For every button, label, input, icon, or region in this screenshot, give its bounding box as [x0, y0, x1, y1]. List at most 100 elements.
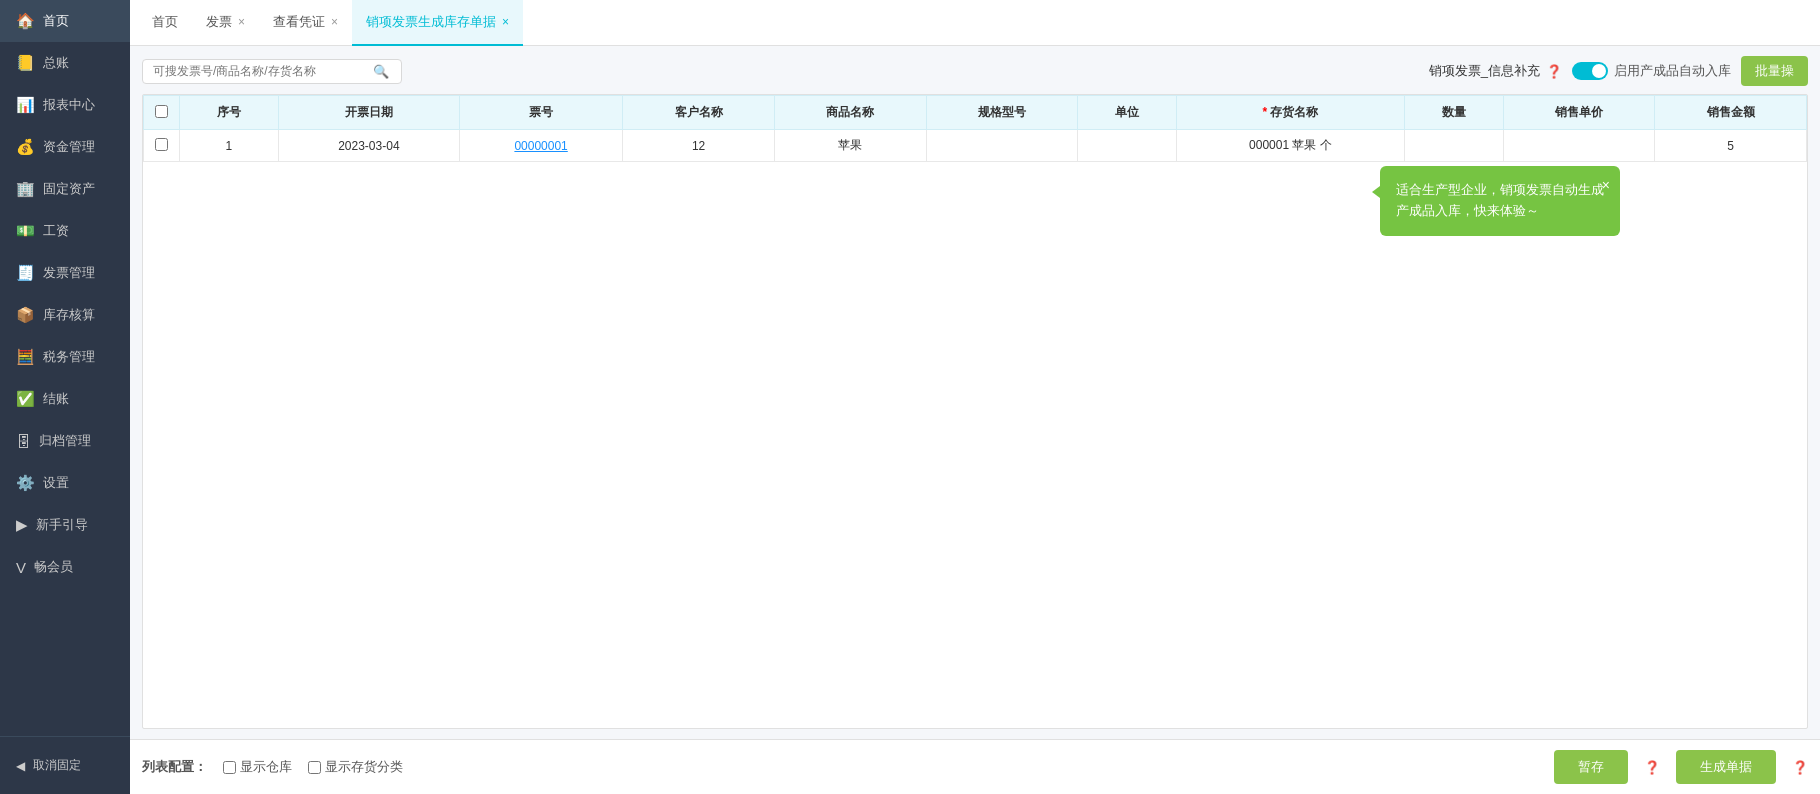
search-box[interactable]: 🔍 — [142, 59, 402, 84]
toolbar: 🔍 销项发票_信息补充 ❓ 启用产成品自动入库 批量操 — [142, 56, 1808, 86]
auto-warehouse-toggle[interactable] — [1572, 62, 1608, 80]
row-unit — [1078, 130, 1177, 162]
sidebar-label-assets: 固定资产 — [43, 180, 95, 198]
generate-button[interactable]: 生成单据 — [1676, 750, 1776, 784]
home-icon: 🏠 — [16, 12, 35, 30]
show-category-checkbox[interactable] — [308, 761, 321, 774]
batch-button[interactable]: 批量操 — [1741, 56, 1808, 86]
ledger-icon: 📒 — [16, 54, 35, 72]
select-all-checkbox[interactable] — [155, 105, 168, 118]
search-icon: 🔍 — [373, 64, 389, 79]
sidebar-item-assets[interactable]: 🏢 固定资产 — [0, 168, 130, 210]
tooltip-popup: × 适合生产型企业，销项发票自动生成产成品入库，快来体验～ — [1380, 166, 1620, 236]
row-number: 00000001 — [459, 130, 622, 162]
show-warehouse-checkbox[interactable] — [223, 761, 236, 774]
col-amount: 销售金额 — [1655, 96, 1807, 130]
row-product: 苹果 — [774, 130, 926, 162]
search-input[interactable] — [153, 64, 373, 78]
col-customer: 客户名称 — [623, 96, 775, 130]
tab-invoice-label: 发票 — [206, 13, 232, 31]
pin-label: 取消固定 — [33, 757, 81, 774]
show-category-label[interactable]: 显示存货分类 — [308, 758, 403, 776]
sidebar-label-inventory: 库存核算 — [43, 306, 95, 324]
sidebar-item-payroll[interactable]: 💵 工资 — [0, 210, 130, 252]
save-help-icon[interactable]: ❓ — [1644, 760, 1660, 775]
tab-home-label: 首页 — [152, 13, 178, 31]
generate-help-icon[interactable]: ❓ — [1792, 760, 1808, 775]
tab-invoice[interactable]: 发票 × — [192, 0, 259, 46]
sidebar-item-funds[interactable]: 💰 资金管理 — [0, 126, 130, 168]
sidebar-label-guide: 新手引导 — [36, 516, 88, 534]
sidebar-label-vip: 畅会员 — [34, 558, 73, 576]
col-number: 票号 — [459, 96, 622, 130]
tooltip-text: 适合生产型企业，销项发票自动生成产成品入库，快来体验～ — [1396, 182, 1604, 218]
row-seq: 1 — [180, 130, 279, 162]
table-row: 1 2023-03-04 00000001 12 苹果 000001 苹果 个 … — [144, 130, 1807, 162]
row-checkbox-cell — [144, 130, 180, 162]
assets-icon: 🏢 — [16, 180, 35, 198]
sidebar-label-close: 结账 — [43, 390, 69, 408]
sidebar-label-reports: 报表中心 — [43, 96, 95, 114]
col-inventory: 存货名称 — [1176, 96, 1404, 130]
sidebar-label-invoice: 发票管理 — [43, 264, 95, 282]
toggle-section: 启用产成品自动入库 — [1572, 62, 1731, 80]
settings-icon: ⚙️ — [16, 474, 35, 492]
row-checkbox[interactable] — [155, 138, 168, 151]
tab-sales-stock[interactable]: 销项发票生成库存单据 × — [352, 0, 523, 46]
tab-bar: 首页 发票 × 查看凭证 × 销项发票生成库存单据 × — [130, 0, 1820, 46]
sidebar-item-invoice[interactable]: 🧾 发票管理 — [0, 252, 130, 294]
tooltip-close-button[interactable]: × — [1602, 174, 1610, 196]
reports-icon: 📊 — [16, 96, 35, 114]
show-warehouse-label[interactable]: 显示仓库 — [223, 758, 292, 776]
vip-icon: V — [16, 559, 26, 576]
row-inventory: 000001 苹果 个 — [1176, 130, 1404, 162]
archive-icon: 🗄 — [16, 433, 31, 450]
sidebar-item-inventory[interactable]: 📦 库存核算 — [0, 294, 130, 336]
guide-icon: ▶ — [16, 516, 28, 534]
sidebar-item-ledger[interactable]: 📒 总账 — [0, 42, 130, 84]
sidebar-item-close[interactable]: ✅ 结账 — [0, 378, 130, 420]
invoice-icon: 🧾 — [16, 264, 35, 282]
sidebar-item-reports[interactable]: 📊 报表中心 — [0, 84, 130, 126]
sidebar-item-settings[interactable]: ⚙️ 设置 — [0, 462, 130, 504]
show-warehouse-text: 显示仓库 — [240, 758, 292, 776]
close-period-icon: ✅ — [16, 390, 35, 408]
col-qty: 数量 — [1404, 96, 1503, 130]
sidebar-label-payroll: 工资 — [43, 222, 69, 240]
tab-voucher-label: 查看凭证 — [273, 13, 325, 31]
tab-voucher-close[interactable]: × — [331, 15, 338, 29]
tab-voucher[interactable]: 查看凭证 × — [259, 0, 352, 46]
pin-icon: ◀ — [16, 759, 25, 773]
funds-icon: 💰 — [16, 138, 35, 156]
list-config-label: 列表配置： — [142, 758, 207, 776]
data-table: 序号 开票日期 票号 客户名称 商品名称 规格型号 单位 存货名称 数量 销售单… — [143, 95, 1807, 162]
info-section: 销项发票_信息补充 ❓ — [1429, 62, 1562, 80]
show-category-text: 显示存货分类 — [325, 758, 403, 776]
sidebar-item-tax[interactable]: 🧮 税务管理 — [0, 336, 130, 378]
sidebar-label-home: 首页 — [43, 12, 69, 30]
sidebar-item-home[interactable]: 🏠 首页 — [0, 0, 130, 42]
inventory-icon: 📦 — [16, 306, 35, 324]
save-button[interactable]: 暂存 — [1554, 750, 1628, 784]
sidebar-label-settings: 设置 — [43, 474, 69, 492]
sidebar-pin-button[interactable]: ◀ 取消固定 — [0, 745, 130, 786]
tab-invoice-close[interactable]: × — [238, 15, 245, 29]
toggle-label: 启用产成品自动入库 — [1614, 62, 1731, 80]
table-header-row: 序号 开票日期 票号 客户名称 商品名称 规格型号 单位 存货名称 数量 销售单… — [144, 96, 1807, 130]
row-date: 2023-03-04 — [278, 130, 459, 162]
col-seq: 序号 — [180, 96, 279, 130]
sidebar-label-archive: 归档管理 — [39, 432, 91, 450]
sidebar-item-guide[interactable]: ▶ 新手引导 — [0, 504, 130, 546]
tab-sales-stock-label: 销项发票生成库存单据 — [366, 13, 496, 31]
sidebar-item-vip[interactable]: V 畅会员 — [0, 546, 130, 588]
tab-home[interactable]: 首页 — [138, 0, 192, 46]
info-label: 销项发票_信息补充 — [1429, 62, 1540, 80]
bottom-bar: 列表配置： 显示仓库 显示存货分类 暂存 ❓ 生成单据 ❓ — [130, 739, 1820, 794]
tab-sales-stock-close[interactable]: × — [502, 15, 509, 29]
sidebar-item-archive[interactable]: 🗄 归档管理 — [0, 420, 130, 462]
main-panel: 首页 发票 × 查看凭证 × 销项发票生成库存单据 × 🔍 销项发票_信息补充 … — [130, 0, 1820, 794]
info-help-icon[interactable]: ❓ — [1546, 64, 1562, 79]
row-price — [1503, 130, 1655, 162]
tax-icon: 🧮 — [16, 348, 35, 366]
payroll-icon: 💵 — [16, 222, 35, 240]
